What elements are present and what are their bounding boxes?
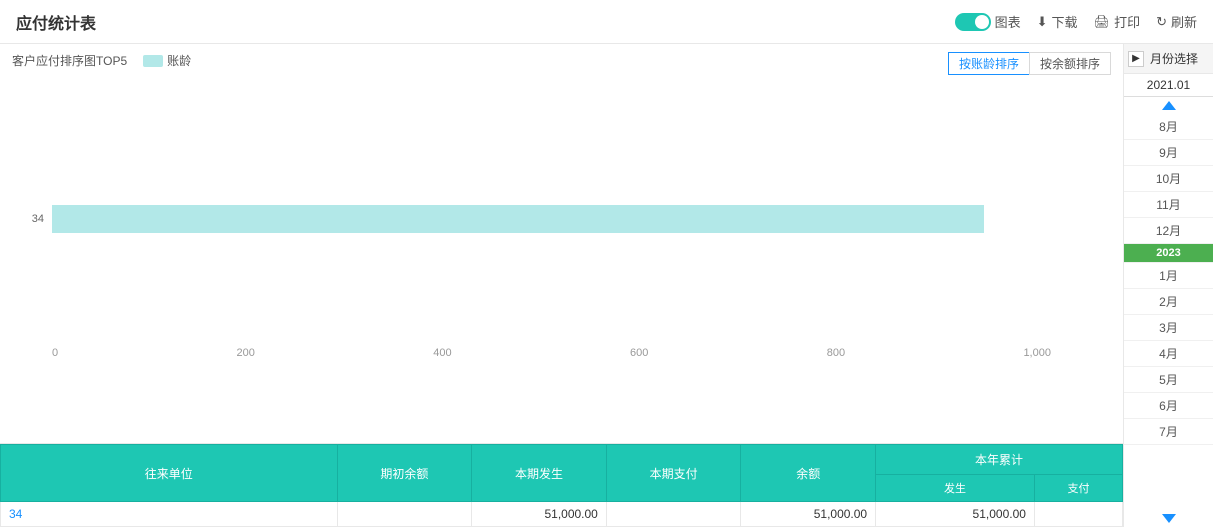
chart-section: 客户应付排序图TOP5 账龄 按账龄排序 按余额排序: [0, 44, 1123, 444]
legend-label-account: 账龄: [167, 52, 191, 69]
sidebar-month-4[interactable]: 4月: [1124, 341, 1213, 367]
col-balance: 余额: [741, 445, 876, 502]
legend-label-customer: 客户应付排序图TOP5: [12, 52, 127, 69]
col-ytd: 本年累计: [876, 445, 1123, 475]
x-label-3: 600: [630, 347, 648, 359]
refresh-icon: ↻: [1156, 14, 1167, 30]
chart-toggle-label: 图表: [995, 12, 1021, 31]
cell-balance: 51,000.00: [741, 502, 876, 527]
col-current-occurrence: 本期发生: [472, 445, 607, 502]
x-label-4: 800: [827, 347, 845, 359]
cell-ytd-payment: [1034, 502, 1122, 527]
sidebar-month-6[interactable]: 6月: [1124, 393, 1213, 419]
vendor-link[interactable]: 34: [9, 507, 22, 521]
bar-container: 856天: [52, 205, 1111, 233]
header-actions: 图表 ⬇ 下载 🖨 打印 ↻ 刷新: [955, 12, 1197, 31]
chart-area: 客户应付排序图TOP5 账龄 按账龄排序 按余额排序: [0, 44, 1123, 527]
chart-toggle[interactable]: 图表: [955, 12, 1021, 31]
cell-ytd-occurrence: 51,000.00: [876, 502, 1035, 527]
sidebar-months-list: 8月 9月 10月 11月 12月 2023 1月 2月 3月 4月 5月 6月…: [1124, 114, 1213, 510]
sidebar-month-7[interactable]: 7月: [1124, 419, 1213, 445]
bar-y-label: 34: [12, 213, 52, 225]
x-axis-labels: 0 200 400 600 800 1,000: [52, 347, 1051, 359]
sidebar-month-1[interactable]: 1月: [1124, 263, 1213, 289]
main-content: 客户应付排序图TOP5 账龄 按账龄排序 按余额排序: [0, 44, 1213, 527]
sidebar-nav-down[interactable]: [1124, 510, 1213, 527]
chart-legend: 客户应付排序图TOP5 账龄: [12, 52, 1111, 69]
cell-vendor: 34: [1, 502, 338, 527]
sidebar-nav-up[interactable]: [1124, 97, 1213, 114]
sidebar-header-label: 月份选择: [1150, 50, 1198, 67]
print-button[interactable]: 🖨 打印: [1094, 12, 1141, 31]
sidebar-month-9[interactable]: 9月: [1124, 140, 1213, 166]
table-header-row1: 往来单位 期初余额 本期发生 本期支付 余额 本年累计: [1, 445, 1123, 475]
refresh-label: 刷新: [1171, 12, 1197, 31]
legend-item-account: 账龄: [143, 52, 191, 69]
sort-by-amount-button[interactable]: 按余额排序: [1029, 52, 1111, 75]
cell-current-occurrence: 51,000.00: [472, 502, 607, 527]
legend-item-customer: 客户应付排序图TOP5: [12, 52, 127, 69]
sidebar-month-8[interactable]: 8月: [1124, 114, 1213, 140]
col-ytd-occurrence: 发生: [876, 475, 1035, 502]
print-label: 打印: [1114, 12, 1140, 31]
data-table: 往来单位 期初余额 本期发生 本期支付 余额 本年累计 发生 支付: [0, 444, 1123, 527]
app-header: 应付统计表 图表 ⬇ 下载 🖨 打印 ↻ 刷新: [0, 0, 1213, 44]
x-label-0: 0: [52, 347, 58, 359]
download-icon: ⬇: [1037, 14, 1048, 30]
sidebar-collapse-button[interactable]: ▶: [1128, 51, 1144, 67]
print-icon: 🖨: [1094, 14, 1111, 30]
x-label-1: 200: [237, 347, 255, 359]
arrow-down-icon: [1162, 514, 1176, 523]
sidebar-month-11[interactable]: 11月: [1124, 192, 1213, 218]
cell-current-payment: [606, 502, 741, 527]
refresh-button[interactable]: ↻ 刷新: [1156, 12, 1197, 31]
chart-row-0: 34 856天: [12, 199, 1111, 239]
legend-color-account: [143, 55, 163, 67]
cell-opening-balance: [337, 502, 472, 527]
sidebar-collapse-area: ▶ 月份选择: [1124, 44, 1213, 74]
bar-chart-container: 34 856天 0 200 400 600 800 1,0: [12, 129, 1111, 349]
sidebar-year-2023[interactable]: 2023: [1124, 244, 1213, 263]
sidebar-month-10[interactable]: 10月: [1124, 166, 1213, 192]
col-opening-balance: 期初余额: [337, 445, 472, 502]
bar-fill: [52, 205, 984, 233]
sort-buttons: 按账龄排序 按余额排序: [948, 52, 1111, 75]
table-section: 往来单位 期初余额 本期发生 本期支付 余额 本年累计 发生 支付: [0, 444, 1123, 527]
sidebar-month-2[interactable]: 2月: [1124, 289, 1213, 315]
arrow-up-icon: [1162, 101, 1176, 110]
right-sidebar: ▶ 月份选择 2021.01 8月 9月 10月 11月 12月 2023 1月…: [1123, 44, 1213, 527]
x-label-2: 400: [433, 347, 451, 359]
download-label: 下载: [1052, 12, 1078, 31]
col-vendor: 往来单位: [1, 445, 338, 502]
sort-by-balance-button[interactable]: 按账龄排序: [948, 52, 1029, 75]
page-title: 应付统计表: [16, 10, 96, 34]
toggle-switch-icon[interactable]: [955, 13, 991, 31]
col-ytd-payment: 支付: [1034, 475, 1122, 502]
sidebar-month-3[interactable]: 3月: [1124, 315, 1213, 341]
sidebar-month-12[interactable]: 12月: [1124, 218, 1213, 244]
download-button[interactable]: ⬇ 下载: [1037, 12, 1078, 31]
x-label-5: 1,000: [1023, 347, 1051, 359]
col-current-payment: 本期支付: [606, 445, 741, 502]
sidebar-date-display[interactable]: 2021.01: [1124, 74, 1213, 97]
sidebar-month-5[interactable]: 5月: [1124, 367, 1213, 393]
table-row: 34 51,000.00 51,000.00 51,000.00: [1, 502, 1123, 527]
